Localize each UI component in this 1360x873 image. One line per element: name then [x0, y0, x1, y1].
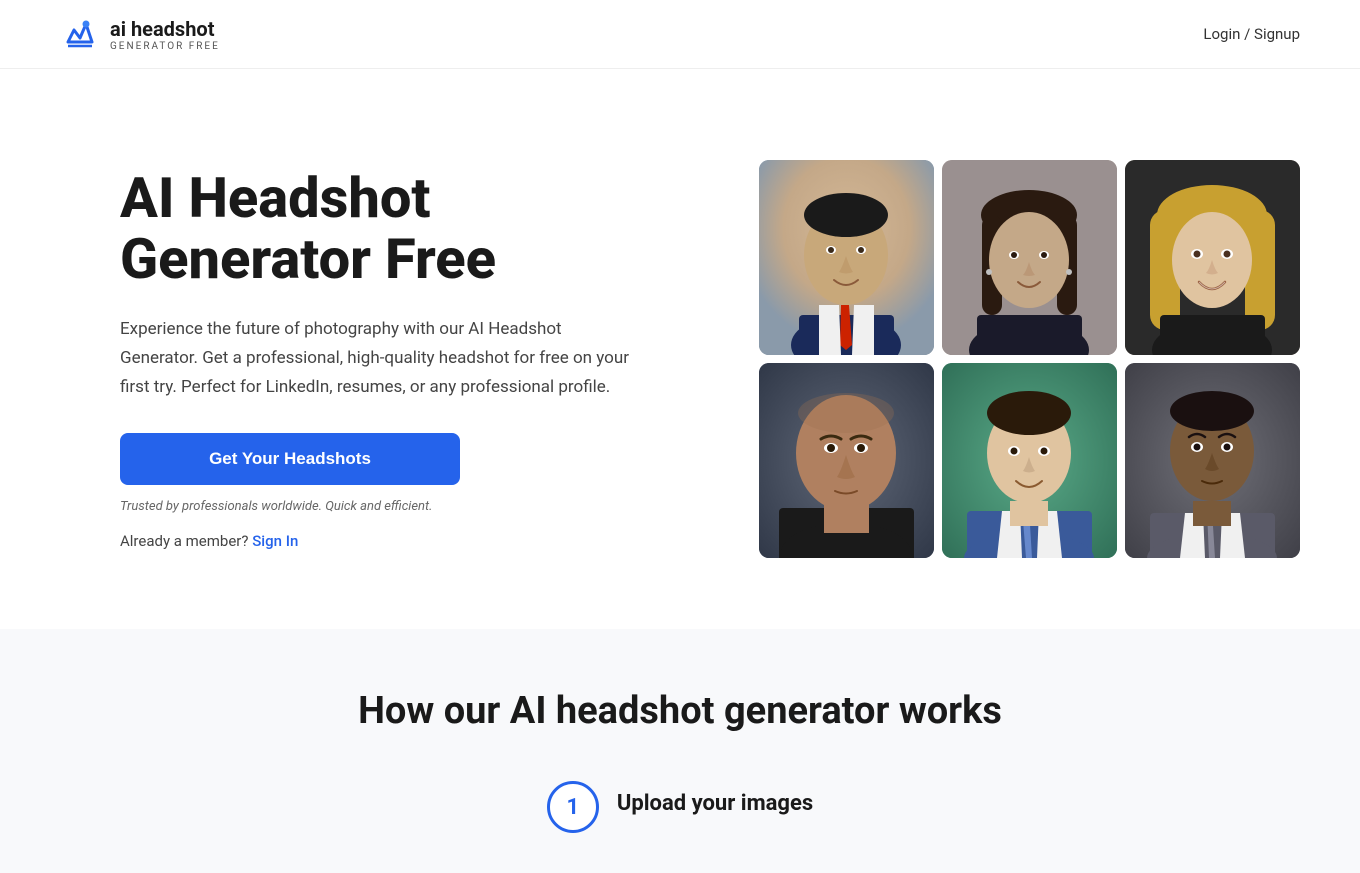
photo-grid — [759, 160, 1300, 558]
headshot-photo-1 — [759, 160, 934, 355]
logo-sub-text: GENERATOR FREE — [110, 41, 220, 52]
login-signup-link[interactable]: Login / Signup — [1203, 25, 1300, 43]
member-text: Already a member? Sign In — [120, 532, 640, 550]
headshot-photo-2 — [942, 160, 1117, 355]
logo-text: ai headshot GENERATOR FREE — [110, 17, 220, 52]
hero-description: Experience the future of photography wit… — [120, 315, 640, 402]
hero-section: AI Headshot Generator Free Experience th… — [0, 69, 1360, 629]
step-1: 1 Upload your images — [547, 781, 813, 833]
get-headshots-button[interactable]: Get Your Headshots — [120, 433, 460, 485]
step-1-number: 1 — [547, 781, 599, 833]
logo[interactable]: ai headshot GENERATOR FREE — [60, 14, 220, 54]
hero-left: AI Headshot Generator Free Experience th… — [120, 168, 640, 551]
hero-title: AI Headshot Generator Free — [120, 168, 640, 291]
steps-row: 1 Upload your images — [80, 781, 1280, 833]
sign-in-link[interactable]: Sign In — [252, 532, 298, 550]
headshot-photo-4 — [759, 363, 934, 558]
step-1-label: Upload your images — [617, 781, 813, 816]
headshot-photo-5 — [942, 363, 1117, 558]
headshot-photo-6 — [1125, 363, 1300, 558]
navbar: ai headshot GENERATOR FREE Login / Signu… — [0, 0, 1360, 69]
logo-icon — [60, 14, 100, 54]
how-title: How our AI headshot generator works — [80, 689, 1280, 733]
how-section: How our AI headshot generator works 1 Up… — [0, 629, 1360, 873]
headshot-photo-3 — [1125, 160, 1300, 355]
trusted-text: Trusted by professionals worldwide. Quic… — [120, 499, 640, 514]
logo-main-text: ai headshot — [110, 17, 220, 41]
